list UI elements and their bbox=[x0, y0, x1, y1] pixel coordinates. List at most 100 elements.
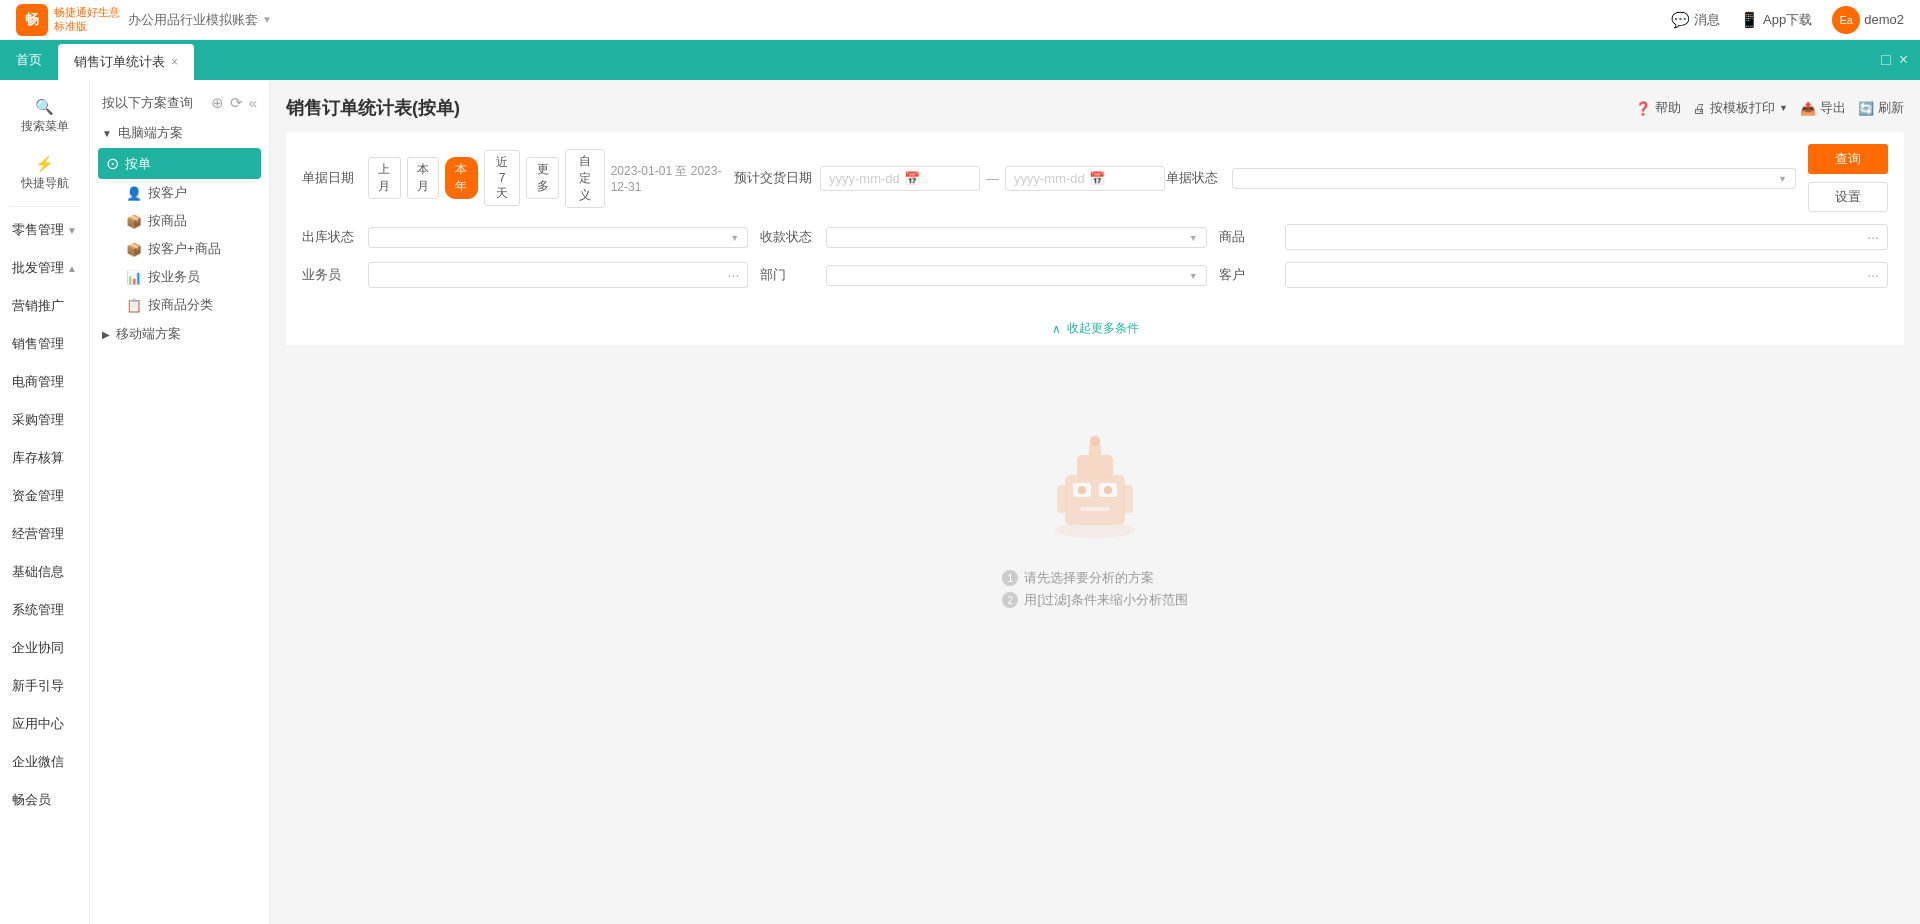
sidebar-item-sales[interactable]: 销售管理 bbox=[0, 325, 89, 363]
refresh-button[interactable]: 🔄 刷新 bbox=[1858, 99, 1904, 117]
logo-area: 畅 畅捷通好生意 标准版 bbox=[16, 4, 120, 36]
date-btn-last-month[interactable]: 上月 bbox=[368, 157, 401, 199]
out-status-select[interactable] bbox=[368, 227, 748, 248]
export-button[interactable]: 📤 导出 bbox=[1800, 99, 1846, 117]
tree-item-by-customer[interactable]: 👤 按客户 bbox=[114, 179, 269, 207]
user-menu[interactable]: Ea demo2 bbox=[1832, 6, 1904, 34]
sidebar-item-guide[interactable]: 新手引导 bbox=[0, 667, 89, 705]
empty-state: 1 请先选择要分析的方案 2 用[过滤]条件来缩小分析范围 bbox=[286, 345, 1904, 693]
sidebar-item-purchase[interactable]: 采购管理 bbox=[0, 401, 89, 439]
tab-minimize-icon[interactable]: □ bbox=[1881, 51, 1891, 69]
tree-item-by-customer-goods[interactable]: 📦 按客户+商品 bbox=[114, 235, 269, 263]
date-dash: — bbox=[986, 171, 999, 186]
settings-button[interactable]: 设置 bbox=[1808, 182, 1888, 212]
date-label: 单据日期 bbox=[302, 169, 362, 187]
salesperson-icon: 📊 bbox=[126, 270, 142, 285]
tree-item-by-category[interactable]: 📋 按商品分类 bbox=[114, 291, 269, 319]
tree-item-by-order[interactable]: ⊙ 按单 bbox=[98, 148, 261, 179]
collapse-button[interactable]: ∧ 收起更多条件 bbox=[1052, 320, 1139, 337]
receipt-dropdown-icon bbox=[1189, 232, 1198, 243]
tree-mobile-group[interactable]: ▶ 移动端方案 bbox=[90, 319, 269, 349]
tree-item-by-salesperson[interactable]: 📊 按业务员 bbox=[114, 263, 269, 291]
salesperson-more-icon[interactable]: ··· bbox=[728, 267, 740, 283]
svg-point-5 bbox=[1104, 486, 1112, 494]
sidebar-item-enterprise[interactable]: 企业协同 bbox=[0, 629, 89, 667]
add-scheme-icon[interactable]: ⊕ bbox=[211, 94, 224, 112]
tree-item-by-goods[interactable]: 📦 按商品 bbox=[114, 207, 269, 235]
date-btn-this-month[interactable]: 本月 bbox=[407, 157, 440, 199]
sidebar-quick-nav[interactable]: ⚡ 快捷导航 bbox=[0, 145, 89, 202]
goods-more-icon[interactable]: ··· bbox=[1867, 229, 1879, 245]
filter-row-3: 业务员 ··· 部门 客户 bbox=[302, 262, 1888, 288]
sidebar-item-basic[interactable]: 基础信息 bbox=[0, 553, 89, 591]
sidebar-item-wechat[interactable]: 企业微信 bbox=[0, 743, 89, 781]
empty-tip-2: 2 用[过滤]条件来缩小分析范围 bbox=[1002, 591, 1187, 609]
template-print-button[interactable]: 🖨 按模板打印 ▼ bbox=[1693, 99, 1788, 117]
date-btn-more[interactable]: 更多 bbox=[526, 157, 559, 199]
dept-select[interactable] bbox=[826, 265, 1206, 286]
expected-date-start[interactable]: yyyy-mm-dd 📅 bbox=[820, 166, 980, 191]
sidebar-item-ecommerce[interactable]: 电商管理 bbox=[0, 363, 89, 401]
customer-scheme-icon: 👤 bbox=[126, 186, 142, 201]
receipt-status-select[interactable] bbox=[826, 227, 1206, 248]
calendar-icon: 📅 bbox=[904, 171, 920, 186]
retail-arrow-icon: ▼ bbox=[67, 225, 77, 236]
sidebar-item-inventory[interactable]: 库存核算 bbox=[0, 439, 89, 477]
status-select[interactable] bbox=[1232, 168, 1796, 189]
sidebar-item-retail[interactable]: 零售管理 ▼ bbox=[0, 211, 89, 249]
customer-select[interactable]: ··· bbox=[1285, 262, 1888, 288]
expected-date-end[interactable]: yyyy-mm-dd 📅 bbox=[1005, 166, 1165, 191]
sidebar-item-marketing[interactable]: 营销推广 bbox=[0, 287, 89, 325]
category-icon: 📋 bbox=[126, 298, 142, 313]
tree-expand-arrow-icon: ▼ bbox=[102, 128, 112, 139]
collapse-panel-icon[interactable]: « bbox=[249, 94, 257, 112]
wholesale-arrow-icon: ▲ bbox=[67, 263, 77, 274]
tab-home[interactable]: 首页 bbox=[0, 40, 58, 80]
tree-desktop-group[interactable]: ▼ 电脑端方案 bbox=[90, 118, 269, 148]
sidebar-item-finance[interactable]: 资金管理 bbox=[0, 477, 89, 515]
receipt-status-label: 收款状态 bbox=[760, 228, 820, 246]
tab-close-all-icon[interactable]: × bbox=[1899, 51, 1908, 69]
breadcrumb-arrow-icon[interactable]: ▼ bbox=[262, 14, 272, 25]
query-button[interactable]: 查询 bbox=[1808, 144, 1888, 174]
sidebar-search[interactable]: 🔍 搜索菜单 bbox=[0, 88, 89, 145]
tab-sales-order[interactable]: 销售订单统计表 × bbox=[58, 44, 194, 80]
sidebar-item-system[interactable]: 系统管理 bbox=[0, 591, 89, 629]
goods-select[interactable]: ··· bbox=[1285, 224, 1888, 250]
salesperson-group: 业务员 ··· bbox=[302, 262, 748, 288]
sidebar-item-member[interactable]: 畅会员 bbox=[0, 781, 89, 819]
date-btn-custom[interactable]: 自定义 bbox=[565, 149, 605, 208]
customer-group: 客户 ··· bbox=[1219, 262, 1888, 288]
sidebar-divider bbox=[9, 206, 80, 207]
empty-tip-1: 1 请先选择要分析的方案 bbox=[1002, 569, 1187, 587]
tip-num-2: 2 bbox=[1002, 592, 1018, 608]
left-panel-title: 按以下方案查询 bbox=[102, 94, 193, 112]
collapse-icon: ∧ bbox=[1052, 322, 1061, 336]
svg-rect-1 bbox=[1065, 475, 1125, 525]
cust-goods-icon: 📦 bbox=[126, 242, 142, 257]
app-download-button[interactable]: 📱 App下载 bbox=[1740, 11, 1812, 29]
tip-num-1: 1 bbox=[1002, 570, 1018, 586]
date-btn-this-year[interactable]: 本年 bbox=[445, 157, 478, 199]
svg-rect-10 bbox=[1057, 485, 1067, 513]
sidebar-item-operation[interactable]: 经营管理 bbox=[0, 515, 89, 553]
logo-icon: 畅 bbox=[16, 4, 48, 36]
help-icon: ❓ bbox=[1635, 101, 1651, 116]
tab-close-icon[interactable]: × bbox=[171, 55, 178, 69]
order-scheme-icon: ⊙ bbox=[106, 154, 119, 173]
svg-rect-6 bbox=[1080, 507, 1110, 511]
customer-more-icon[interactable]: ··· bbox=[1867, 267, 1879, 283]
sidebar-item-wholesale[interactable]: 批发管理 ▲ bbox=[0, 249, 89, 287]
help-button[interactable]: ❓ 帮助 bbox=[1635, 99, 1681, 117]
filter-body: 单据日期 上月 本月 本年 近7天 更多 自定义 2023-01-01 至 20… bbox=[286, 132, 1904, 312]
breadcrumb-area[interactable]: 办公用品行业模拟账套 ▼ bbox=[128, 11, 272, 29]
sidebar: 🔍 搜索菜单 ⚡ 快捷导航 零售管理 ▼ 批发管理 ▲ 营销推广 销售管理 电商… bbox=[0, 80, 90, 924]
svg-rect-11 bbox=[1123, 485, 1133, 513]
date-buttons: 上月 本月 本年 近7天 更多 自定义 bbox=[368, 149, 605, 208]
message-button[interactable]: 💬 消息 bbox=[1671, 11, 1720, 29]
date-btn-last-7-days[interactable]: 近7天 bbox=[484, 150, 521, 206]
refresh-scheme-icon[interactable]: ⟳ bbox=[230, 94, 243, 112]
salesperson-select[interactable]: ··· bbox=[368, 262, 748, 288]
sidebar-item-appcenter[interactable]: 应用中心 bbox=[0, 705, 89, 743]
goods-label: 商品 bbox=[1219, 228, 1279, 246]
